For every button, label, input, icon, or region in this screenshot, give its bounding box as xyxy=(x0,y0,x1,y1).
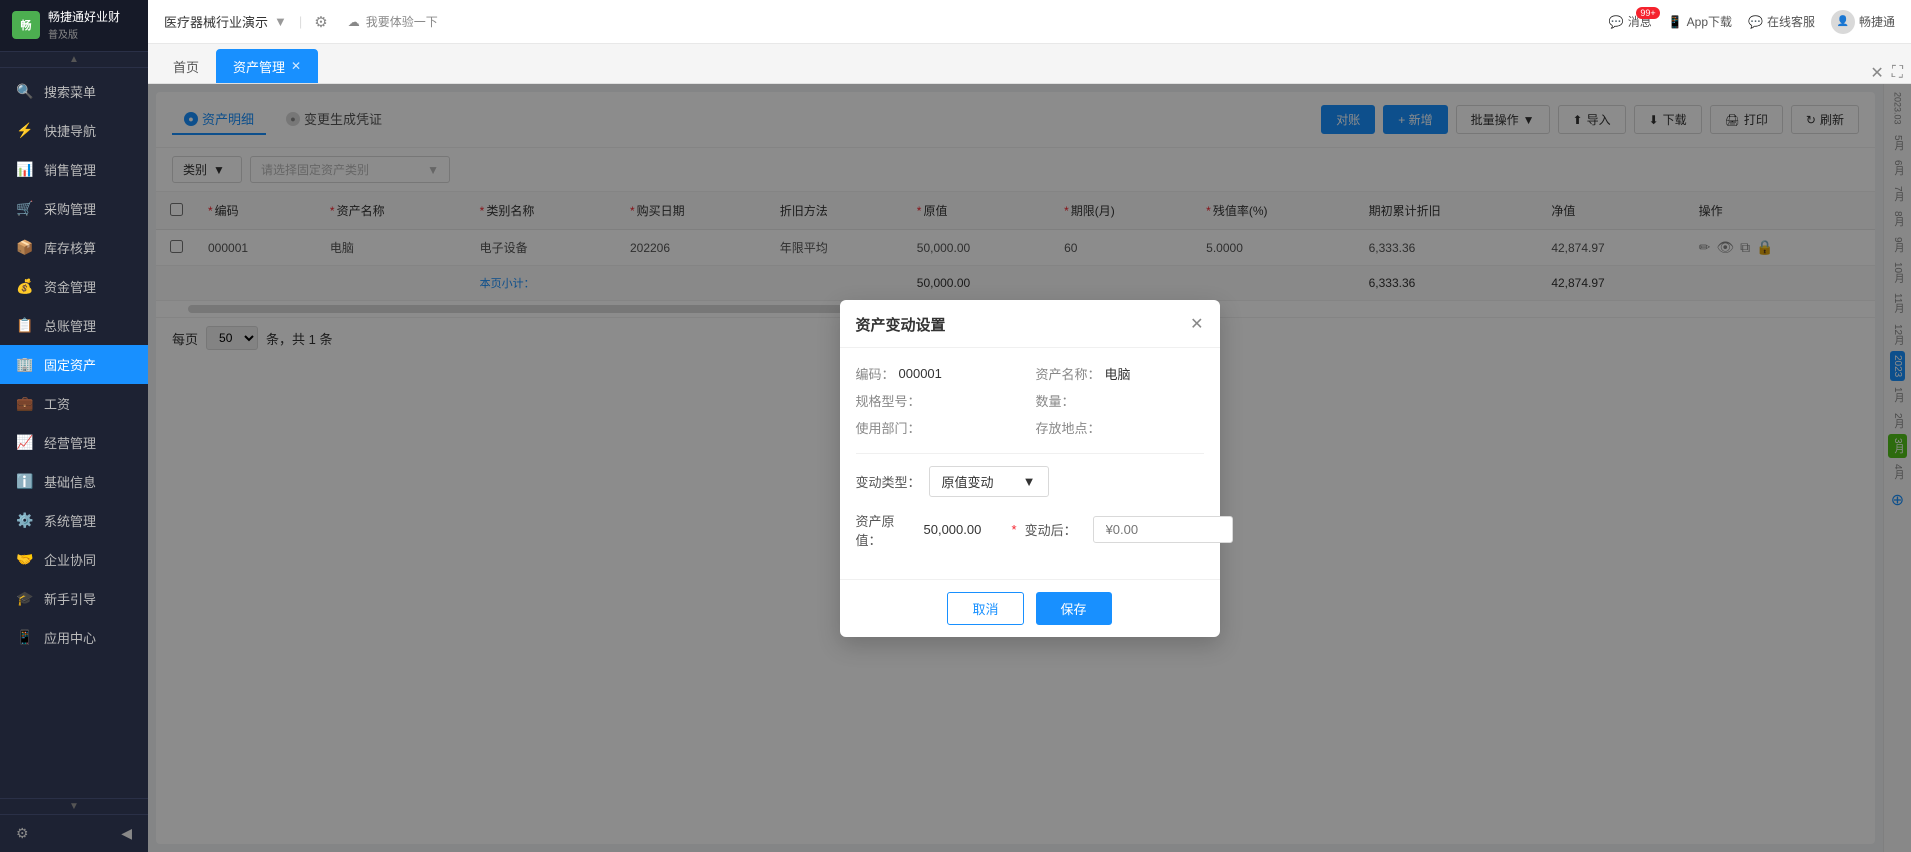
company-dropdown-icon: ▼ xyxy=(274,14,287,29)
dialog-body: 编码： 000001 资产名称： 电脑 规格型号： 数量： xyxy=(840,348,1220,579)
enterprise-icon: 🤝 xyxy=(16,550,34,568)
sidebar-footer: ⚙ ◀ xyxy=(0,814,148,852)
settings-button[interactable]: ⚙ xyxy=(314,13,327,31)
tab-close-window-icon[interactable]: ✕ xyxy=(1870,63,1883,83)
message-count-badge: 99+ xyxy=(1636,7,1659,19)
app-center-icon: 📱 xyxy=(16,628,34,646)
dialog-change-type-field: 变动类型： 原值变动 ▼ xyxy=(856,466,1204,497)
dialog-name-item: 资产名称： 电脑 xyxy=(1036,364,1204,383)
inventory-icon: 📦 xyxy=(16,238,34,256)
sidebar-item-quick-nav[interactable]: ⚡ 快捷导航 xyxy=(0,111,148,150)
settings-icon[interactable]: ⚙ xyxy=(16,825,29,842)
sidebar-header: 畅 畅捷通好业财 普及版 xyxy=(0,0,148,52)
collapse-icon[interactable]: ◀ xyxy=(121,825,132,842)
sidebar-scroll-down[interactable]: ▼ xyxy=(0,798,148,814)
sidebar-item-inventory[interactable]: 📦 库存核算 xyxy=(0,228,148,267)
finance-icon: 💰 xyxy=(16,277,34,295)
sidebar-item-operations[interactable]: 📈 经营管理 xyxy=(0,423,148,462)
dialog-spec-item: 规格型号： xyxy=(856,391,1024,410)
service-icon: 💬 xyxy=(1748,15,1763,29)
dialog-code-item: 编码： 000001 xyxy=(856,364,1024,383)
sidebar-scroll-up[interactable]: ▲ xyxy=(0,52,148,68)
tab-asset-mgmt[interactable]: 资产管理 ✕ xyxy=(216,49,318,83)
dialog-title: 资产变动设置 xyxy=(856,314,946,335)
tab-close-icon[interactable]: ✕ xyxy=(291,59,301,73)
download-icon: 📱 xyxy=(1668,15,1683,29)
sidebar-item-system[interactable]: ⚙️ 系统管理 xyxy=(0,501,148,540)
app-download-button[interactable]: 📱 App下载 xyxy=(1668,13,1732,30)
fixed-assets-icon: 🏢 xyxy=(16,355,34,373)
topbar-right: 💬 消息 99+ 📱 App下载 💬 在线客服 👤 畅捷通 xyxy=(1609,10,1895,34)
sidebar-item-purchase[interactable]: 🛒 采购管理 xyxy=(0,189,148,228)
system-icon: ⚙️ xyxy=(16,511,34,529)
app-logo: 畅 xyxy=(12,11,40,39)
payroll-icon: 💼 xyxy=(16,394,34,412)
sidebar-item-sales[interactable]: 📊 销售管理 xyxy=(0,150,148,189)
message-icon: 💬 xyxy=(1609,15,1624,29)
search-icon: 🔍 xyxy=(16,82,34,100)
operations-icon: 📈 xyxy=(16,433,34,451)
tabbar: 首页 资产管理 ✕ ✕ ⛶ xyxy=(148,44,1911,84)
change-type-select[interactable]: 原值变动 ▼ xyxy=(929,466,1049,497)
sidebar-item-ledger[interactable]: 📋 总账管理 xyxy=(0,306,148,345)
sidebar-item-fixed-assets[interactable]: 🏢 固定资产 xyxy=(0,345,148,384)
online-service-button[interactable]: 💬 在线客服 xyxy=(1748,13,1815,30)
dialog-close-button[interactable]: ✕ xyxy=(1190,314,1203,334)
sidebar-item-finance[interactable]: 💰 资金管理 xyxy=(0,267,148,306)
dialog-save-button[interactable]: 保存 xyxy=(1036,592,1112,625)
company-name: 医疗器械行业演示 xyxy=(164,12,268,31)
sidebar-nav: 🔍 搜索菜单 ⚡ 快捷导航 📊 销售管理 🛒 采购管理 📦 库存核算 💰 资金管… xyxy=(0,68,148,798)
dialog-divider xyxy=(856,453,1204,454)
sidebar-item-payroll[interactable]: 💼 工资 xyxy=(0,384,148,423)
dialog-quantity-item: 数量： xyxy=(1036,391,1204,410)
asset-change-dialog: 资产变动设置 ✕ 编码： 000001 资产名称： 电脑 xyxy=(840,300,1220,637)
content-area: ● 资产明细 ● 变更生成凭证 对账 xyxy=(148,84,1911,852)
main-area: 医疗器械行业演示 ▼ | ⚙ ☁ 我要体验一下 💬 消息 99+ 📱 App下载… xyxy=(148,0,1911,852)
sidebar-item-app-center[interactable]: 📱 应用中心 xyxy=(0,618,148,657)
topbar: 医疗器械行业演示 ▼ | ⚙ ☁ 我要体验一下 💬 消息 99+ 📱 App下载… xyxy=(148,0,1911,44)
modal-overlay[interactable]: 资产变动设置 ✕ 编码： 000001 资产名称： 电脑 xyxy=(148,84,1911,852)
tab-home[interactable]: 首页 xyxy=(156,49,216,83)
sidebar-item-guide[interactable]: 🎓 新手引导 xyxy=(0,579,148,618)
trial-button[interactable]: ☁ 我要体验一下 xyxy=(348,13,438,30)
dialog-department-item: 使用部门： xyxy=(856,418,1024,437)
sidebar-item-basic-info[interactable]: ℹ️ 基础信息 xyxy=(0,462,148,501)
sidebar-item-enterprise[interactable]: 🤝 企业协同 xyxy=(0,540,148,579)
avatar: 👤 xyxy=(1831,10,1855,34)
user-menu[interactable]: 👤 畅捷通 xyxy=(1831,10,1895,34)
dialog-value-field: 资产原值： 50,000.00 * 变动后： xyxy=(856,511,1204,549)
sidebar-item-search[interactable]: 🔍 搜索菜单 xyxy=(0,72,148,111)
purchase-icon: 🛒 xyxy=(16,199,34,217)
sales-icon: 📊 xyxy=(16,160,34,178)
change-type-dropdown-icon: ▼ xyxy=(1023,474,1036,489)
dialog-header: 资产变动设置 ✕ xyxy=(840,300,1220,348)
cloud-icon: ☁ xyxy=(348,15,360,29)
basic-info-icon: ℹ️ xyxy=(16,472,34,490)
dialog-footer: 取消 保存 xyxy=(840,579,1220,637)
dialog-info-grid: 编码： 000001 资产名称： 电脑 规格型号： 数量： xyxy=(856,364,1204,437)
app-title: 畅捷通好业财 xyxy=(48,10,120,26)
guide-icon: 🎓 xyxy=(16,589,34,607)
after-value-input[interactable] xyxy=(1093,516,1233,543)
dialog-location-item: 存放地点： xyxy=(1036,418,1204,437)
messages-button[interactable]: 💬 消息 99+ xyxy=(1609,13,1652,30)
app-subtitle: 普及版 xyxy=(48,26,120,41)
sidebar: 畅 畅捷通好业财 普及版 ▲ 🔍 搜索菜单 ⚡ 快捷导航 📊 销售管理 🛒 采购… xyxy=(0,0,148,852)
company-selector[interactable]: 医疗器械行业演示 ▼ xyxy=(164,12,287,31)
quick-nav-icon: ⚡ xyxy=(16,121,34,139)
tab-maximize-icon[interactable]: ⛶ xyxy=(1892,64,1903,82)
dialog-cancel-button[interactable]: 取消 xyxy=(947,592,1023,625)
ledger-icon: 📋 xyxy=(16,316,34,334)
